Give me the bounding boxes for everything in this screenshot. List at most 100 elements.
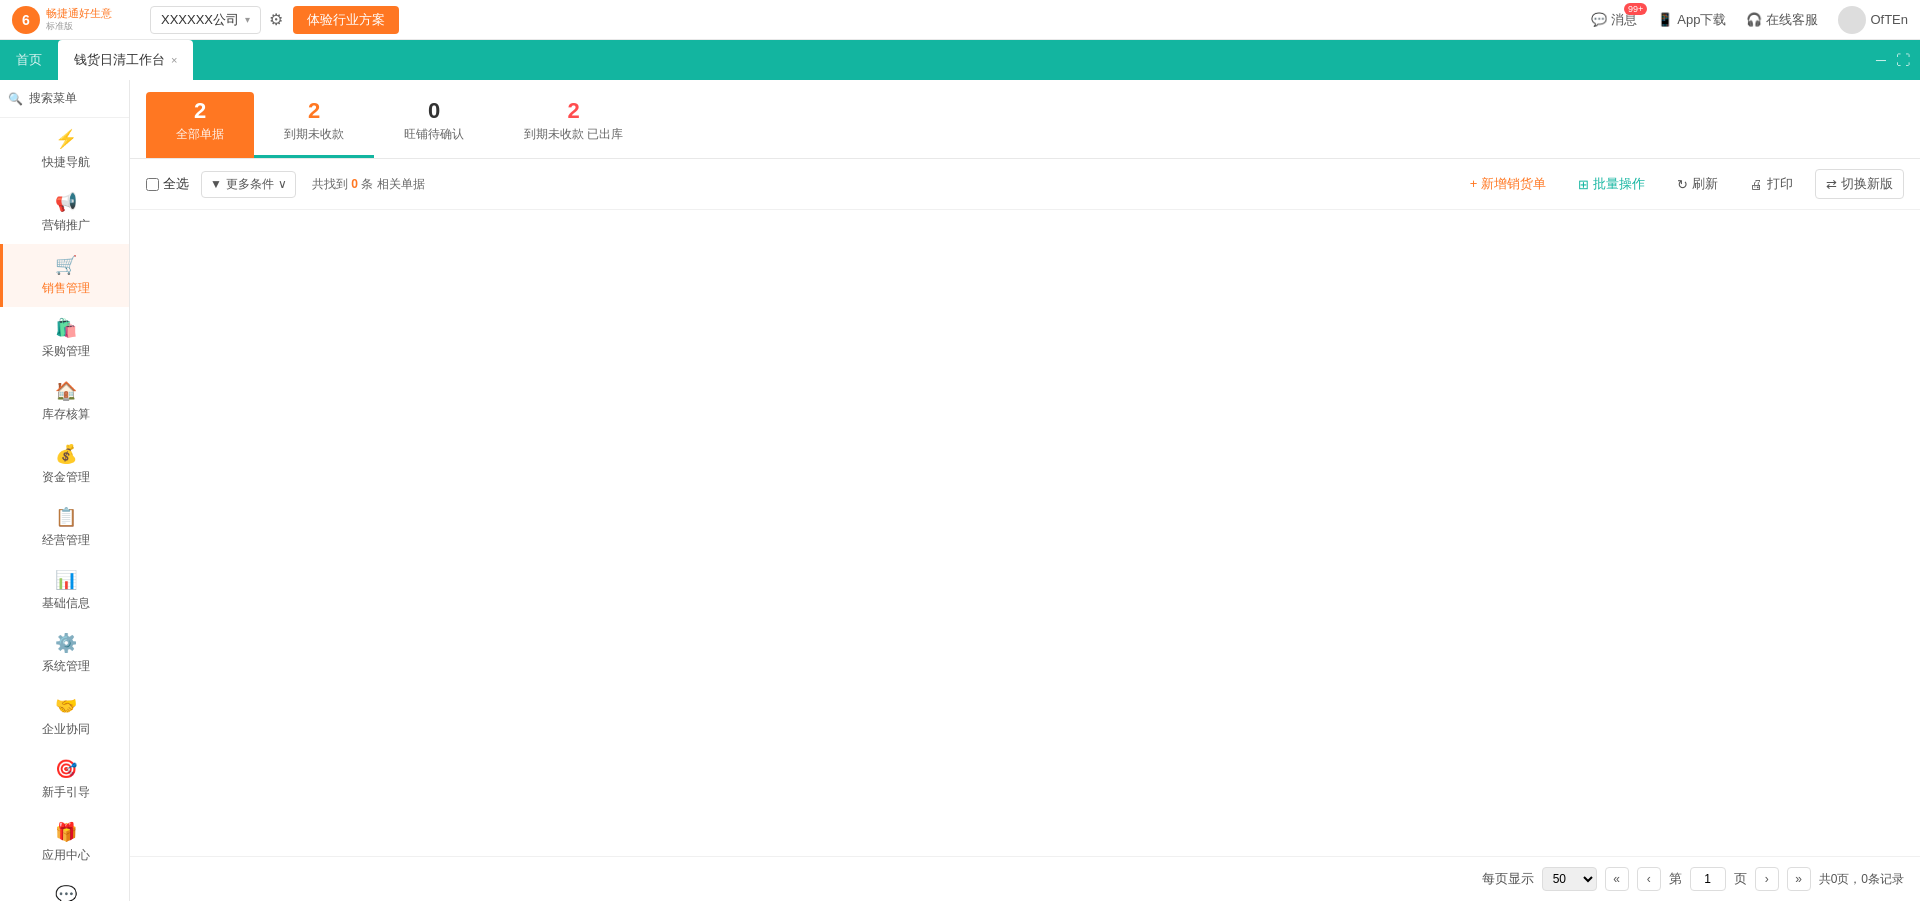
tab-work-station-label: 钱货日清工作台 [74,51,165,69]
basics-icon: 📊 [55,569,77,591]
sidebar-item-system[interactable]: ⚙️ 系统管理 [0,622,129,685]
username: OfTEn [1870,12,1908,27]
chevron-down-icon: ▾ [245,14,250,25]
company-selector[interactable]: XXXXXX公司 ▾ [150,6,261,34]
stat-label-all: 全部单据 [176,126,224,143]
tab-work-station[interactable]: 钱货日清工作台 × [58,40,193,80]
sidebar-item-label: 经营管理 [42,532,90,549]
tab-close-icon[interactable]: × [171,54,177,66]
sidebar-item-guide[interactable]: 🎯 新手引导 [0,748,129,811]
sidebar-item-cooperation[interactable]: 🤝 企业协同 [0,685,129,748]
page-first-button[interactable]: « [1605,867,1629,891]
filter-icon: ▼ [210,177,222,191]
sidebar-item-marketing[interactable]: 📢 营销推广 [0,181,129,244]
sidebar-item-finance[interactable]: 💰 资金管理 [0,433,129,496]
guide-icon: 🎯 [55,758,77,780]
purchase-icon: 🛍️ [55,317,77,339]
switch-version-label: 切换新版 [1841,175,1893,193]
finance-icon: 💰 [55,443,77,465]
filter-button[interactable]: ▼ 更多条件 ∨ [201,171,296,198]
stat-tab-overdue[interactable]: 2 到期未收款 [254,92,374,158]
switch-icon: ⇄ [1826,177,1837,192]
per-page-select[interactable]: 50 10 20 100 [1542,867,1597,891]
sidebar-search-label: 搜索菜单 [29,90,77,107]
sidebar-item-label: 快捷导航 [42,154,90,171]
table-area [130,210,1920,856]
content-area: 2 全部单据 2 到期未收款 0 旺铺待确认 2 到期未收款 已出库 全选 [130,80,1920,901]
select-all-label: 全选 [163,175,189,193]
main-layout: 🔍 搜索菜单 ⚡ 快捷导航 📢 营销推广 🛒 销售管理 🛍️ 采购管理 🏠 库存… [0,80,1920,901]
found-text: 共找到 0 条 相关单据 [312,176,425,193]
tab-home[interactable]: 首页 [0,40,58,80]
stat-tab-unshipped[interactable]: 2 到期未收款 已出库 [494,92,653,158]
top-header: 6 畅捷通好生意 标准版 XXXXXX公司 ▾ ⚙ 体验行业方案 💬 消息 99… [0,0,1920,40]
print-label: 打印 [1767,175,1793,193]
page-end-label: 页 [1734,870,1747,888]
avatar-area[interactable]: OfTEn [1838,6,1908,34]
refresh-icon: ↻ [1677,177,1688,192]
sidebar-item-label: 基础信息 [42,595,90,612]
stat-label-overdue: 到期未收款 [284,126,344,143]
page-last-button[interactable]: » [1787,867,1811,891]
sidebar-item-label: 应用中心 [42,847,90,864]
select-all-area[interactable]: 全选 [146,175,189,193]
message-icon: 💬 [1591,12,1607,27]
logo-area: 6 畅捷通好生意 标准版 [12,6,142,34]
sidebar-item-operations[interactable]: 📋 经营管理 [0,496,129,559]
page-input[interactable] [1690,867,1726,891]
sidebar-item-label: 企业协同 [42,721,90,738]
refresh-button[interactable]: ↻ 刷新 [1667,170,1728,198]
stat-tab-wangwang[interactable]: 0 旺铺待确认 [374,92,494,158]
batch-icon: ⊞ [1578,177,1589,192]
batch-ops-button[interactable]: ⊞ 批量操作 [1568,170,1655,198]
tab-bar: 首页 钱货日清工作台 × ─ ⛶ [0,40,1920,80]
sidebar-item-sales[interactable]: 🛒 销售管理 [0,244,129,307]
sidebar-item-wechat[interactable]: 💬 企业微信 [0,874,129,901]
online-service-button[interactable]: 🎧 在线客服 [1746,11,1818,29]
pagination: 每页显示 50 10 20 100 « ‹ 第 页 › » 共0页，0条记录 [130,856,1920,901]
sidebar-item-quick-nav[interactable]: ⚡ 快捷导航 [0,118,129,181]
sidebar-item-label: 销售管理 [42,280,90,297]
message-button[interactable]: 💬 消息 99+ [1591,11,1637,29]
experience-button[interactable]: 体验行业方案 [293,6,399,34]
sidebar-item-label: 采购管理 [42,343,90,360]
toolbar-right: + 新增销货单 ⊞ 批量操作 ↻ 刷新 🖨 打印 ⇄ 切换新版 [1460,169,1904,199]
app-download-icon: 📱 [1657,12,1673,27]
stat-label-wangwang: 旺铺待确认 [404,126,464,143]
stat-label-unshipped: 到期未收款 已出库 [524,126,623,143]
header-right: 💬 消息 99+ 📱 App下载 🎧 在线客服 OfTEn [1591,6,1908,34]
stat-tab-all[interactable]: 2 全部单据 [146,92,254,158]
add-sales-button[interactable]: + 新增销货单 [1460,170,1556,198]
page-next-button[interactable]: › [1755,867,1779,891]
sidebar-item-label: 系统管理 [42,658,90,675]
switch-version-button[interactable]: ⇄ 切换新版 [1815,169,1904,199]
sidebar-item-inventory[interactable]: 🏠 库存核算 [0,370,129,433]
sidebar-item-appstore[interactable]: 🎁 应用中心 [0,811,129,874]
app-download-button[interactable]: 📱 App下载 [1657,11,1726,29]
sidebar-item-basics[interactable]: 📊 基础信息 [0,559,129,622]
logo-text-area: 畅捷通好生意 标准版 [46,6,112,33]
tab-minimize-icon[interactable]: ─ [1876,52,1886,68]
inventory-icon: 🏠 [55,380,77,402]
per-page-label: 每页显示 [1482,870,1534,888]
tab-maximize-icon[interactable]: ⛶ [1896,52,1910,68]
tab-home-label: 首页 [16,51,42,69]
logo-icon: 6 [12,6,40,34]
page-prev-button[interactable]: ‹ [1637,867,1661,891]
print-button[interactable]: 🖨 打印 [1740,170,1803,198]
sidebar-item-label: 营销推广 [42,217,90,234]
stat-num-overdue: 2 [308,100,320,122]
message-badge: 99+ [1624,3,1647,15]
sidebar-item-purchase[interactable]: 🛍️ 采购管理 [0,307,129,370]
page-total-info: 共0页，0条记录 [1819,871,1904,888]
logo-sub: 标准版 [46,20,112,33]
found-count: 0 [351,177,358,191]
filter-label: 更多条件 [226,176,274,193]
sidebar-item-label: 新手引导 [42,784,90,801]
sidebar-search[interactable]: 🔍 搜索菜单 [0,80,129,118]
online-service-label: 在线客服 [1766,11,1818,29]
stat-num-wangwang: 0 [428,100,440,122]
page-label: 第 [1669,870,1682,888]
select-all-checkbox[interactable] [146,178,159,191]
settings-icon[interactable]: ⚙ [269,10,283,29]
